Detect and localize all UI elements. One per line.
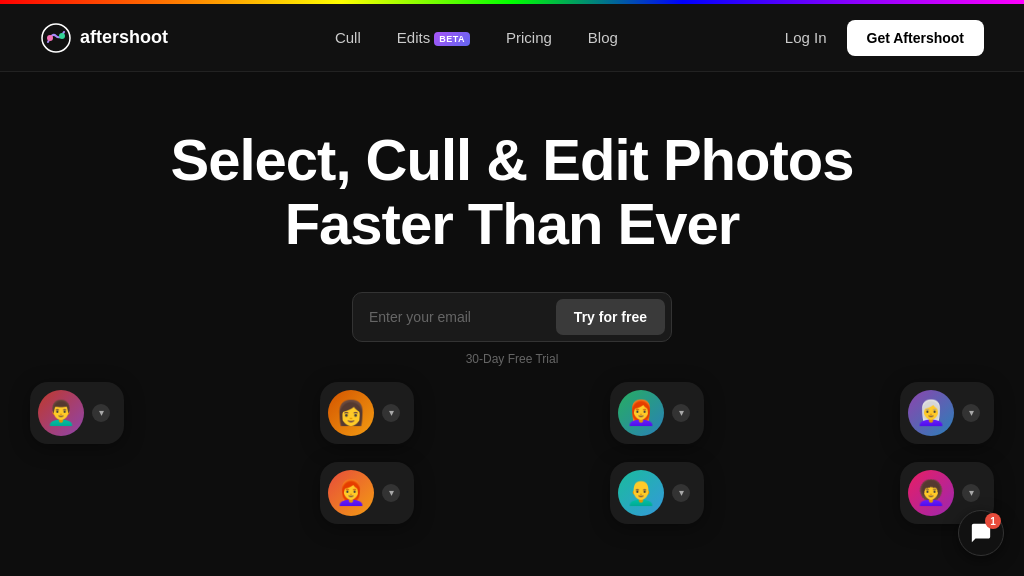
try-free-button[interactable]: Try for free (556, 299, 665, 335)
hero-section: Select, Cull & Edit Photos Faster Than E… (0, 72, 1024, 532)
avatar-chevron[interactable]: ▾ (672, 484, 690, 502)
avatar-chevron[interactable]: ▾ (962, 484, 980, 502)
email-input[interactable] (369, 309, 548, 325)
nav-pricing[interactable]: Pricing (506, 29, 552, 46)
svg-point-1 (47, 35, 53, 41)
hero-title: Select, Cull & Edit Photos Faster Than E… (171, 128, 854, 256)
logo-icon (40, 22, 72, 54)
chat-button[interactable]: 1 (958, 510, 1004, 556)
notification-badge: 1 (985, 513, 1001, 529)
avatar-chevron[interactable]: ▾ (672, 404, 690, 422)
avatar-chevron[interactable]: ▾ (382, 484, 400, 502)
svg-point-2 (59, 33, 65, 39)
logo[interactable]: aftershoot (40, 22, 168, 54)
nav-blog[interactable]: Blog (588, 29, 618, 46)
avatar-image: 👨‍🦱 (38, 390, 84, 436)
nav-actions: Log In Get Aftershoot (785, 20, 984, 56)
avatar-card: 👨‍🦱 ▾ (30, 382, 124, 444)
avatar-image: 👩‍🦱 (908, 470, 954, 516)
nav-links: Cull EditsBETA Pricing Blog (335, 29, 618, 46)
avatar-card: 👩 ▾ (320, 382, 414, 444)
beta-badge: BETA (434, 32, 470, 46)
avatar-image: 👩‍🦳 (908, 390, 954, 436)
avatar-image: 👩 (328, 390, 374, 436)
avatar-image: 👨‍🦲 (618, 470, 664, 516)
svg-point-0 (42, 24, 70, 52)
avatar-card: 👩‍🦳 ▾ (900, 382, 994, 444)
avatar-image: 👩‍🦰 (618, 390, 664, 436)
avatar-card: 👨‍🦲 ▾ (610, 462, 704, 524)
email-form: Try for free (352, 292, 672, 342)
trial-note: 30-Day Free Trial (466, 352, 559, 366)
avatar-chevron[interactable]: ▾ (92, 404, 110, 422)
nav-edits[interactable]: EditsBETA (397, 29, 470, 46)
avatar-card: 👩‍🦰 ▾ (610, 382, 704, 444)
get-aftershoot-button[interactable]: Get Aftershoot (847, 20, 984, 56)
avatars-row: 👨‍🦱 ▾ 👩 ▾ 👩‍🦰 ▾ (0, 382, 1024, 524)
navbar: aftershoot Cull EditsBETA Pricing Blog L… (0, 4, 1024, 72)
logo-text: aftershoot (80, 27, 168, 48)
avatar-image: 👩‍🦰 (328, 470, 374, 516)
avatar-card: 👩‍🦰 ▾ (320, 462, 414, 524)
avatar-chevron[interactable]: ▾ (382, 404, 400, 422)
nav-cull[interactable]: Cull (335, 29, 361, 46)
login-button[interactable]: Log In (785, 29, 827, 46)
avatar-chevron[interactable]: ▾ (962, 404, 980, 422)
